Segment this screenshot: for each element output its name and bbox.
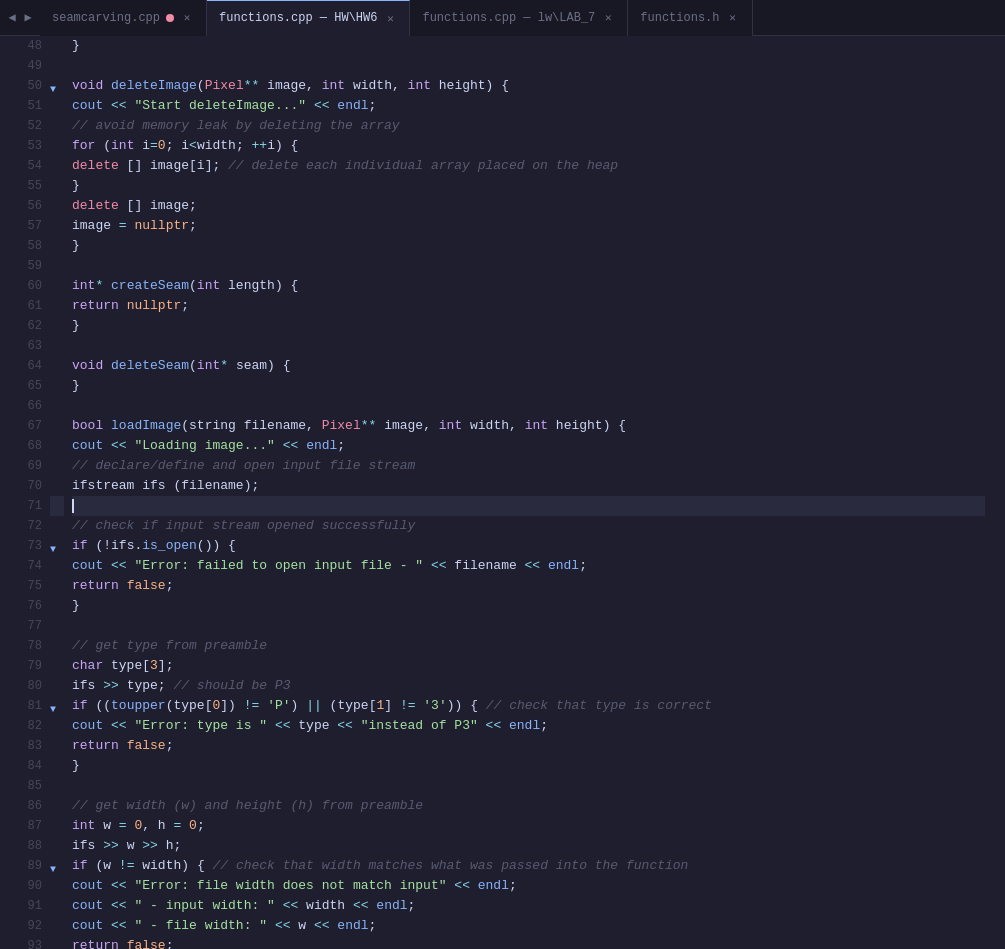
tab-close-icon[interactable]: ✕ xyxy=(601,11,615,25)
tab-label: functions.h xyxy=(640,11,719,25)
code-line-55: } xyxy=(72,176,985,196)
tab-bar: ◀ ▶ seamcarving.cpp ✕ functions.cpp — HW… xyxy=(0,0,1005,36)
code-line-77 xyxy=(72,616,985,636)
code-line-87: int w = 0, h = 0; xyxy=(72,816,985,836)
code-line-93: return false; xyxy=(72,936,985,949)
tab-label: functions.cpp — lw\LAB_7 xyxy=(422,11,595,25)
code-line-50: void deleteImage(Pixel** image, int widt… xyxy=(72,76,985,96)
code-line-85 xyxy=(72,776,985,796)
editor-container: ◀ ▶ seamcarving.cpp ✕ functions.cpp — HW… xyxy=(0,0,1005,949)
code-line-73: if (!ifs.is_open()) { xyxy=(72,536,985,556)
code-line-61: return nullptr; xyxy=(72,296,985,316)
tab-label: functions.cpp — HW\HW6 xyxy=(219,11,377,25)
line-numbers: 48 49 50 51 52 53 54 55 56 57 58 59 60 6… xyxy=(0,36,50,949)
code-line-59 xyxy=(72,256,985,276)
tab-label: seamcarving.cpp xyxy=(52,11,160,25)
nav-right-arrow[interactable]: ▶ xyxy=(20,4,36,32)
code-line-65: } xyxy=(72,376,985,396)
code-content[interactable]: } void deleteImage(Pixel** image, int wi… xyxy=(64,36,1005,949)
tab-close-icon[interactable]: ✕ xyxy=(180,11,194,25)
code-line-52: // avoid memory leak by deleting the arr… xyxy=(72,116,985,136)
tab-close-icon[interactable]: ✕ xyxy=(383,11,397,25)
code-line-69: // declare/define and open input file st… xyxy=(72,456,985,476)
code-line-83: return false; xyxy=(72,736,985,756)
code-line-60: int* createSeam(int length) { xyxy=(72,276,985,296)
code-line-67: bool loadImage(string filename, Pixel** … xyxy=(72,416,985,436)
code-line-70: ifstream ifs (filename); xyxy=(72,476,985,496)
code-line-54: delete [] image[i]; // delete each indiv… xyxy=(72,156,985,176)
code-line-48: } xyxy=(72,36,985,56)
code-line-82: cout << "Error: type is " << type << "in… xyxy=(72,716,985,736)
code-line-90: cout << "Error: file width does not matc… xyxy=(72,876,985,896)
code-line-68: cout << "Loading image..." << endl; xyxy=(72,436,985,456)
code-line-49 xyxy=(72,56,985,76)
code-line-57: image = nullptr; xyxy=(72,216,985,236)
tab-seamcarving[interactable]: seamcarving.cpp ✕ xyxy=(40,0,207,36)
code-line-62: } xyxy=(72,316,985,336)
code-line-71 xyxy=(72,496,985,516)
code-line-79: char type[3]; xyxy=(72,656,985,676)
code-line-75: return false; xyxy=(72,576,985,596)
code-line-63 xyxy=(72,336,985,356)
code-line-92: cout << " - file width: " << w << endl; xyxy=(72,916,985,936)
code-line-56: delete [] image; xyxy=(72,196,985,216)
fold-gutter: ▼ ▼ xyxy=(50,36,64,949)
code-line-58: } xyxy=(72,236,985,256)
code-line-91: cout << " - input width: " << width << e… xyxy=(72,896,985,916)
code-line-88: ifs >> w >> h; xyxy=(72,836,985,856)
code-line-53: for (int i=0; i<width; ++i) { xyxy=(72,136,985,156)
code-line-86: // get width (w) and height (h) from pre… xyxy=(72,796,985,816)
tab-modified-dot xyxy=(166,14,174,22)
code-line-64: void deleteSeam(int* seam) { xyxy=(72,356,985,376)
code-line-76: } xyxy=(72,596,985,616)
code-line-80: ifs >> type; // should be P3 xyxy=(72,676,985,696)
code-line-78: // get type from preamble xyxy=(72,636,985,656)
code-line-51: cout << "Start deleteImage..." << endl; xyxy=(72,96,985,116)
code-line-72: // check if input stream opened successf… xyxy=(72,516,985,536)
code-line-89: if (w != width) { // check that width ma… xyxy=(72,856,985,876)
tab-functions-h[interactable]: functions.h ✕ xyxy=(628,0,752,36)
code-line-84: } xyxy=(72,756,985,776)
tab-close-icon[interactable]: ✕ xyxy=(726,11,740,25)
nav-left-arrow[interactable]: ◀ xyxy=(4,4,20,32)
code-line-66 xyxy=(72,396,985,416)
tab-nav-arrows: ◀ ▶ xyxy=(4,4,36,32)
tab-functions-hw6[interactable]: functions.cpp — HW\HW6 ✕ xyxy=(207,0,410,36)
code-line-81: if ((toupper(type[0]) != 'P') || (type[1… xyxy=(72,696,985,716)
code-editor[interactable]: 48 49 50 51 52 53 54 55 56 57 58 59 60 6… xyxy=(0,36,1005,949)
code-line-74: cout << "Error: failed to open input fil… xyxy=(72,556,985,576)
tab-functions-lab7[interactable]: functions.cpp — lw\LAB_7 ✕ xyxy=(410,0,628,36)
